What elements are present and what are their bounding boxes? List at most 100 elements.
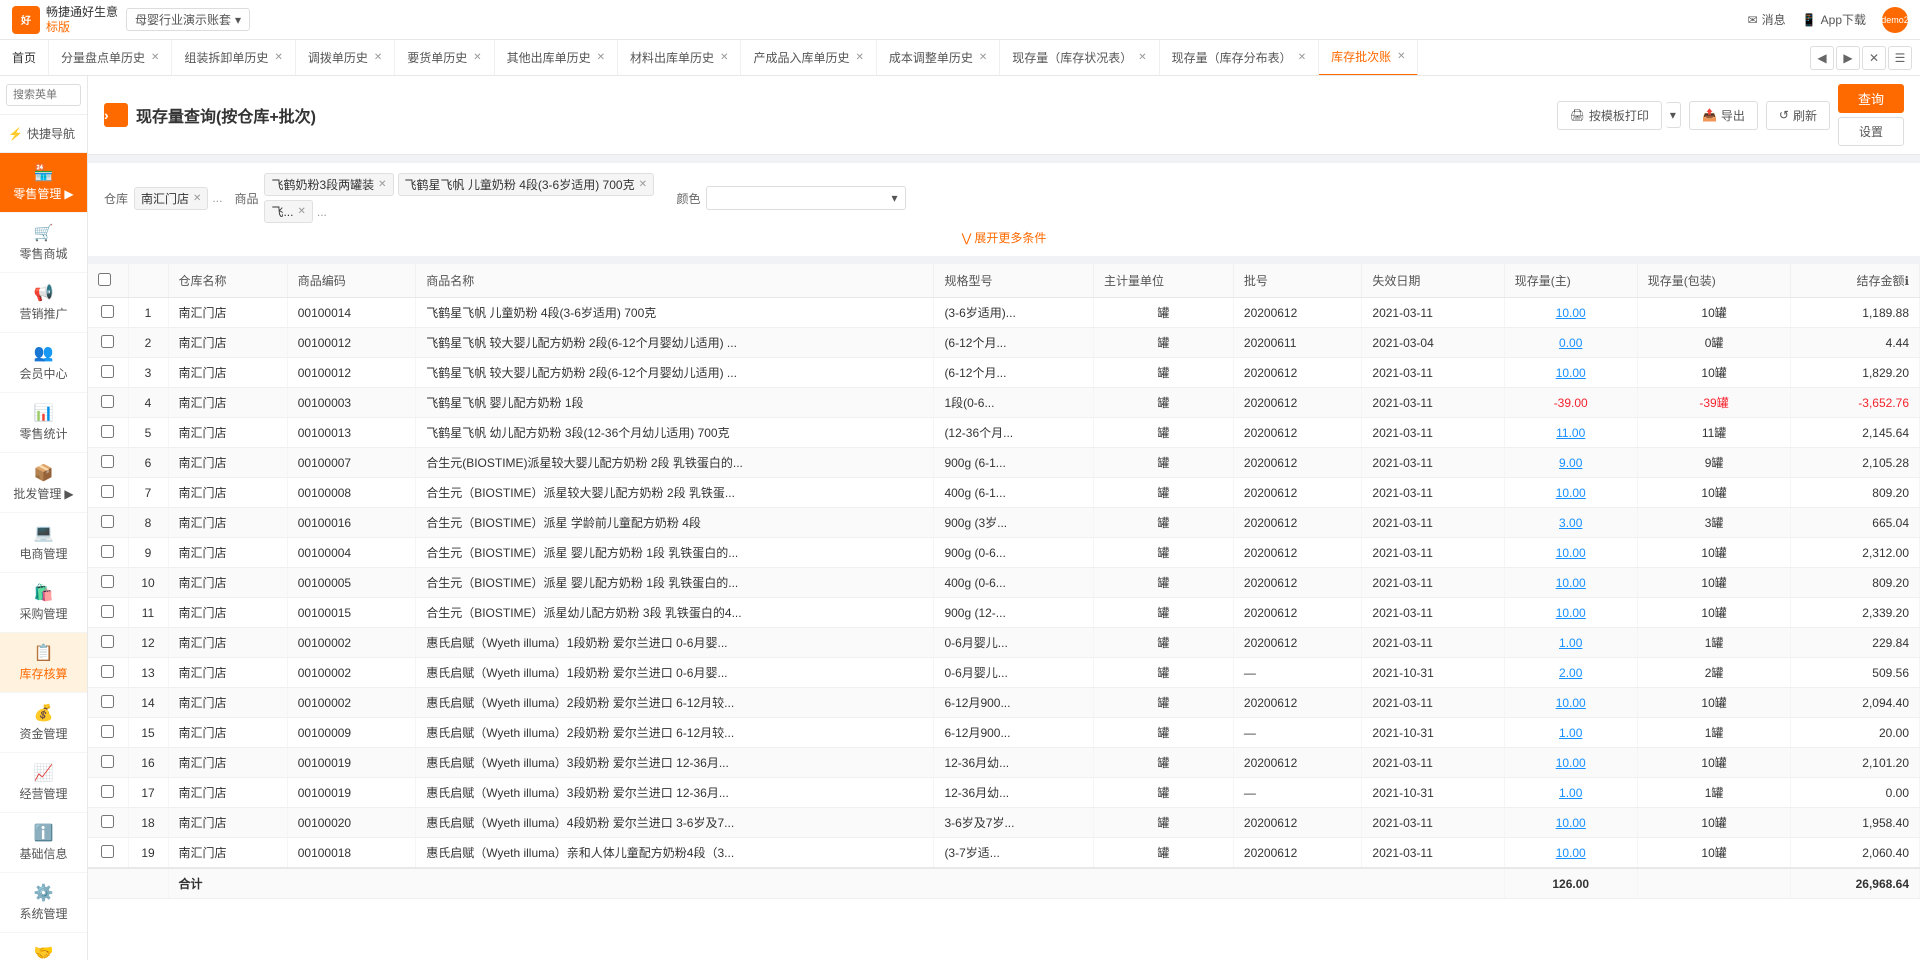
current-main-value[interactable]: 10.00 xyxy=(1556,846,1586,860)
tab-inventory-status[interactable]: 现存量（库存状况表） ✕ xyxy=(1000,40,1159,76)
nav-close-all-btn[interactable]: ✕ xyxy=(1862,46,1886,70)
product-tag-3[interactable]: 飞... ✕ xyxy=(264,200,312,223)
current-main-value[interactable]: 10.00 xyxy=(1556,756,1586,770)
current-main-value[interactable]: 1.00 xyxy=(1559,726,1582,740)
search-input[interactable] xyxy=(6,84,81,106)
product-tag-1[interactable]: 飞鹤奶粉3段两罐装 ✕ xyxy=(264,173,393,196)
sidebar-item-retail-management[interactable]: 🏪 零售管理 ▶ xyxy=(0,153,87,213)
sidebar-item-purchase[interactable]: 🛍️ 采购管理 xyxy=(0,573,87,633)
tab-cost-adjust[interactable]: 成本调整单历史 ✕ xyxy=(877,40,1000,76)
row-checkbox[interactable] xyxy=(101,665,114,678)
sidebar-item-basic-info[interactable]: ℹ️ 基础信息 xyxy=(0,813,87,873)
company-select[interactable]: 母婴行业演示账套 ▾ xyxy=(126,8,250,31)
settings-btn[interactable]: 设置 xyxy=(1838,117,1904,146)
avatar[interactable]: demo2 xyxy=(1882,7,1908,33)
row-checkbox[interactable] xyxy=(101,605,114,618)
sidebar-item-finance[interactable]: 💰 资金管理 xyxy=(0,693,87,753)
close-tab-disassemble[interactable]: ✕ xyxy=(274,52,282,63)
row-checkbox[interactable] xyxy=(101,755,114,768)
tab-other-outbound[interactable]: 其他出库单历史 ✕ xyxy=(495,40,618,76)
row-checkbox[interactable] xyxy=(101,365,114,378)
close-tab-inventory-status[interactable]: ✕ xyxy=(1138,52,1146,63)
row-checkbox[interactable] xyxy=(101,305,114,318)
color-select[interactable]: ▾ xyxy=(706,186,906,210)
current-main-value[interactable]: 10.00 xyxy=(1556,486,1586,500)
row-checkbox[interactable] xyxy=(101,395,114,408)
refresh-btn[interactable]: ↺ 刷新 xyxy=(1766,101,1830,130)
product-more[interactable]: ... xyxy=(317,205,327,219)
expand-sidebar-btn[interactable]: › xyxy=(104,103,128,127)
sidebar-item-ecommerce[interactable]: 💻 电商管理 xyxy=(0,513,87,573)
current-main-value[interactable]: 10.00 xyxy=(1556,606,1586,620)
current-main-value[interactable]: 10.00 xyxy=(1556,306,1586,320)
nav-more-btn[interactable]: ☰ xyxy=(1888,46,1912,70)
row-checkbox[interactable] xyxy=(101,575,114,588)
sidebar-item-enterprise-coop[interactable]: 🤝 企业协同 xyxy=(0,933,87,960)
row-checkbox[interactable] xyxy=(101,695,114,708)
expand-more-conditions-btn[interactable]: ⋁ 展开更多条件 xyxy=(962,229,1047,246)
current-main-value[interactable]: 2.00 xyxy=(1559,666,1582,680)
sidebar-item-marketing[interactable]: 📢 营销推广 xyxy=(0,273,87,333)
current-main-value[interactable]: 0.00 xyxy=(1559,336,1582,350)
close-tab-requisition[interactable]: ✕ xyxy=(473,52,481,63)
current-main-value[interactable]: 1.00 xyxy=(1559,786,1582,800)
tab-disassemble[interactable]: 组装拆卸单历史 ✕ xyxy=(172,40,295,76)
tab-batch-vouchers[interactable]: 库存批次账 ✕ xyxy=(1319,40,1418,76)
tab-transfer[interactable]: 调拨单历史 ✕ xyxy=(296,40,395,76)
sidebar-item-operations[interactable]: 📈 经营管理 xyxy=(0,753,87,813)
tab-inventory-dist[interactable]: 现存量（库存分布表） ✕ xyxy=(1160,40,1319,76)
print-btn[interactable]: 🖨 按模板打印 xyxy=(1557,101,1662,130)
sidebar-item-system[interactable]: ⚙️ 系统管理 xyxy=(0,873,87,933)
current-main-value[interactable]: 10.00 xyxy=(1556,366,1586,380)
remove-product-tag-2[interactable]: ✕ xyxy=(639,179,647,190)
tab-home[interactable]: 首页 xyxy=(0,40,49,76)
current-main-value[interactable]: 3.00 xyxy=(1559,516,1582,530)
warehouse-tag-nanhui[interactable]: 南汇门店 ✕ xyxy=(134,187,208,210)
close-tab-material-outbound[interactable]: ✕ xyxy=(720,52,728,63)
close-tab-cost-adjust[interactable]: ✕ xyxy=(979,52,987,63)
current-main-value[interactable]: 9.00 xyxy=(1559,456,1582,470)
nav-next-btn[interactable]: ▶ xyxy=(1836,46,1860,70)
remove-warehouse-tag[interactable]: ✕ xyxy=(193,193,201,204)
close-tab-product-inbound[interactable]: ✕ xyxy=(855,52,863,63)
message-btn[interactable]: ✉ 消息 xyxy=(1748,11,1786,28)
row-checkbox[interactable] xyxy=(101,425,114,438)
row-checkbox[interactable] xyxy=(101,485,114,498)
product-tag-2[interactable]: 飞鹤星飞帆 儿童奶粉 4段(3-6岁适用) 700克 ✕ xyxy=(398,173,654,196)
row-checkbox[interactable] xyxy=(101,635,114,648)
sidebar-item-quick-nav[interactable]: ⚡ 快捷导航 xyxy=(0,119,87,148)
remove-product-tag-3[interactable]: ✕ xyxy=(297,206,305,217)
close-tab-inventory-dist[interactable]: ✕ xyxy=(1298,52,1306,63)
close-tab-transfer[interactable]: ✕ xyxy=(374,52,382,63)
tab-split-inventory[interactable]: 分量盘点单历史 ✕ xyxy=(49,40,172,76)
app-download-btn[interactable]: 📱 App下载 xyxy=(1802,11,1866,28)
current-main-value[interactable]: 10.00 xyxy=(1556,546,1586,560)
sidebar-item-member-center[interactable]: 👥 会员中心 xyxy=(0,333,87,393)
row-checkbox[interactable] xyxy=(101,515,114,528)
current-main-value[interactable]: 11.00 xyxy=(1556,426,1585,440)
close-tab-other-outbound[interactable]: ✕ xyxy=(597,52,605,63)
print-dropdown-btn[interactable]: ▾ xyxy=(1666,102,1681,128)
select-all-checkbox[interactable] xyxy=(98,273,111,286)
tab-requisition[interactable]: 要货单历史 ✕ xyxy=(395,40,494,76)
row-checkbox[interactable] xyxy=(101,545,114,558)
query-btn[interactable]: 查询 xyxy=(1838,84,1904,113)
remove-product-tag-1[interactable]: ✕ xyxy=(378,179,386,190)
export-btn[interactable]: 📤 导出 xyxy=(1689,101,1758,130)
current-main-value[interactable]: 10.00 xyxy=(1556,696,1586,710)
warehouse-more[interactable]: ... xyxy=(212,191,222,205)
row-checkbox[interactable] xyxy=(101,785,114,798)
sidebar-item-wholesale[interactable]: 📦 批发管理 ▶ xyxy=(0,453,87,513)
row-checkbox[interactable] xyxy=(101,815,114,828)
current-main-value[interactable]: 10.00 xyxy=(1556,576,1586,590)
row-checkbox[interactable] xyxy=(101,725,114,738)
sidebar-item-retail-mall[interactable]: 🛒 零售商城 xyxy=(0,213,87,273)
tab-product-inbound[interactable]: 产成品入库单历史 ✕ xyxy=(741,40,876,76)
nav-prev-btn[interactable]: ◀ xyxy=(1810,46,1834,70)
close-tab-split-inventory[interactable]: ✕ xyxy=(151,52,159,63)
sidebar-item-inventory-check[interactable]: 📋 库存核算 xyxy=(0,633,87,693)
tab-material-outbound[interactable]: 材料出库单历史 ✕ xyxy=(618,40,741,76)
row-checkbox[interactable] xyxy=(101,845,114,858)
current-main-value[interactable]: 10.00 xyxy=(1556,816,1586,830)
row-checkbox[interactable] xyxy=(101,335,114,348)
